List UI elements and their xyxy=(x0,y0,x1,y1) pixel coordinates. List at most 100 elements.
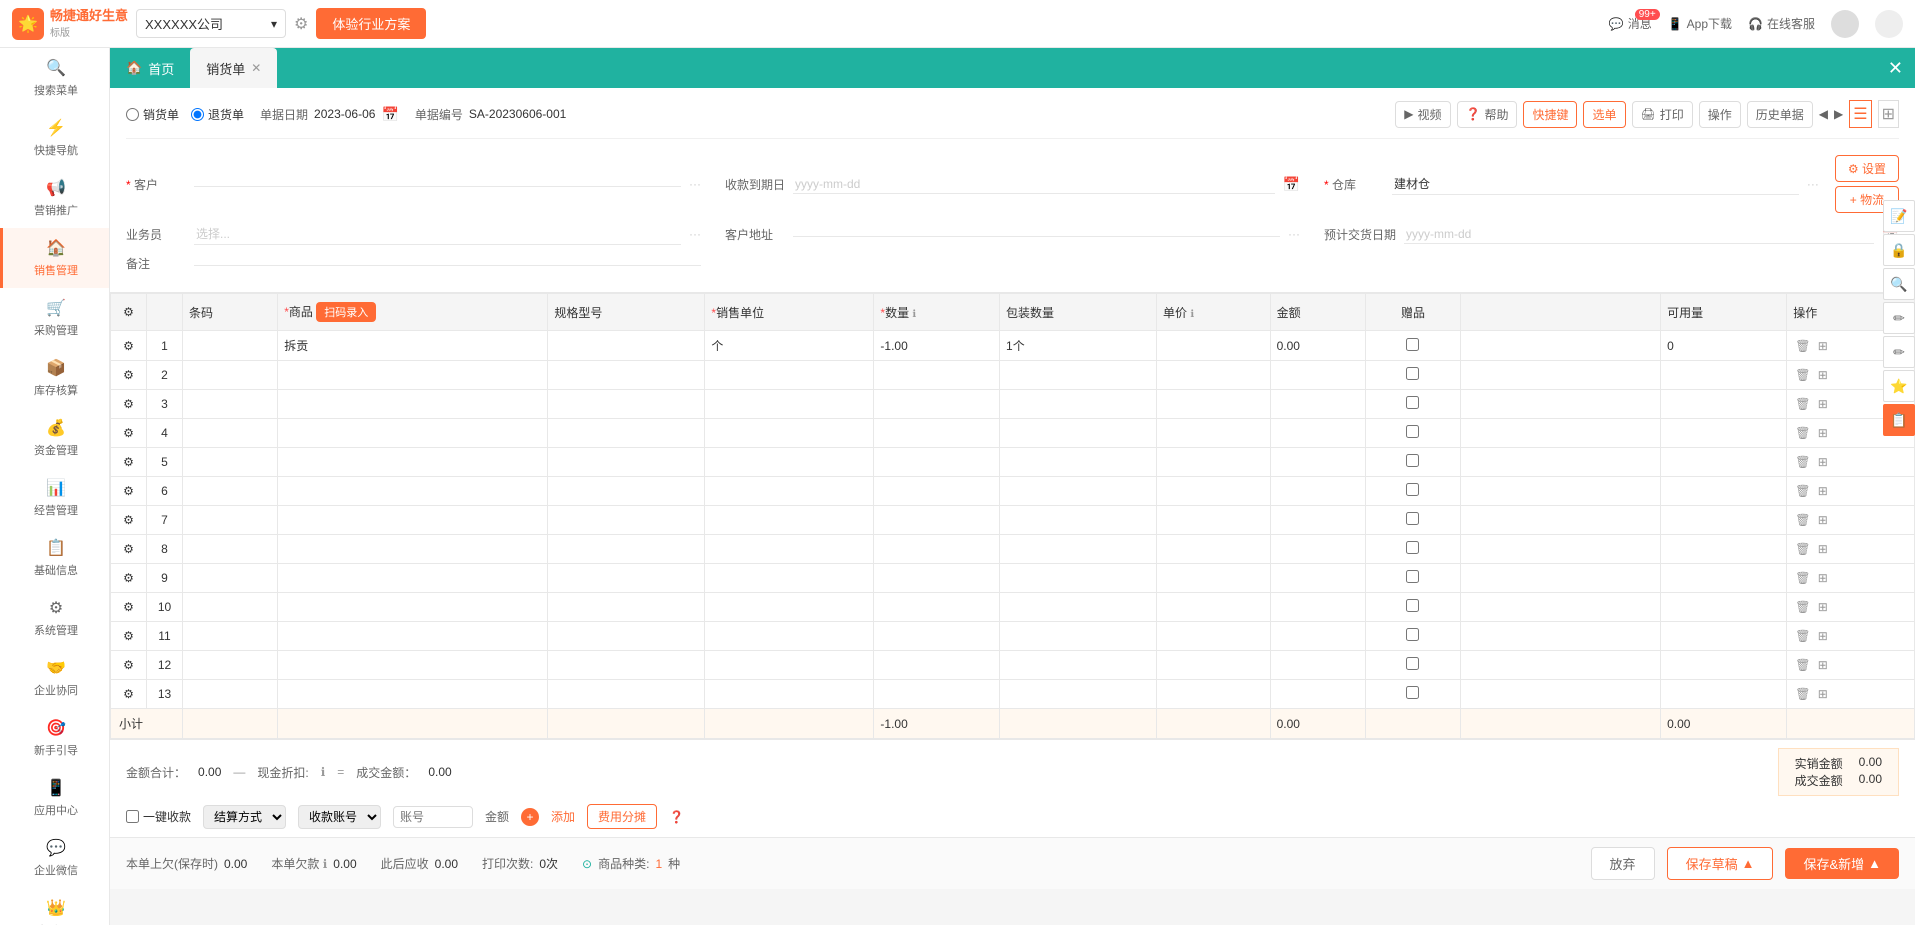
delete-icon[interactable]: 🗑 xyxy=(1795,368,1810,382)
select-btn[interactable]: 选单 xyxy=(1583,101,1625,128)
copy-icon[interactable]: ⊞ xyxy=(1818,658,1828,672)
copy-icon[interactable]: ⊞ xyxy=(1818,368,1828,382)
row-barcode[interactable] xyxy=(183,506,278,535)
row-price[interactable] xyxy=(1157,390,1271,419)
history-btn[interactable]: 历史单据 xyxy=(1747,101,1813,128)
row-qty[interactable]: -1.00 xyxy=(874,331,1000,361)
delete-icon[interactable]: 🗑 xyxy=(1795,426,1810,440)
row-product[interactable] xyxy=(278,361,548,390)
row-spec[interactable] xyxy=(548,680,705,709)
row-barcode[interactable] xyxy=(183,477,278,506)
row-barcode[interactable] xyxy=(183,535,278,564)
row-qty[interactable] xyxy=(874,651,1000,680)
row-price[interactable] xyxy=(1157,535,1271,564)
row-product[interactable] xyxy=(278,622,548,651)
row-barcode[interactable] xyxy=(183,564,278,593)
float-btn-orange[interactable]: 📋 xyxy=(1883,404,1915,436)
copy-icon[interactable]: ⊞ xyxy=(1818,629,1828,643)
return-order-radio[interactable]: 退货单 xyxy=(191,106,244,123)
delete-icon[interactable]: 🗑 xyxy=(1795,687,1810,701)
delete-icon[interactable]: 🗑 xyxy=(1795,658,1810,672)
row-product[interactable] xyxy=(278,535,548,564)
row-product[interactable] xyxy=(278,593,548,622)
copy-icon[interactable]: ⊞ xyxy=(1818,484,1828,498)
row-settings-icon[interactable]: ⚙ xyxy=(111,622,147,651)
row-spec[interactable] xyxy=(548,622,705,651)
row-pkgqty[interactable] xyxy=(1000,448,1157,477)
row-gift[interactable] xyxy=(1365,622,1460,651)
customer-dots[interactable]: ··· xyxy=(689,177,701,191)
row-price[interactable] xyxy=(1157,593,1271,622)
row-unit[interactable] xyxy=(705,535,874,564)
sidebar-item-quick-nav[interactable]: ⚡ 快捷导航 xyxy=(0,108,109,168)
float-btn-5[interactable]: ✏ xyxy=(1883,336,1915,368)
row-spec[interactable] xyxy=(548,564,705,593)
row-pkgqty[interactable] xyxy=(1000,622,1157,651)
tab-close-icon[interactable]: ✕ xyxy=(251,61,261,75)
video-btn[interactable]: ▶ 视频 xyxy=(1395,101,1450,128)
settings-icon[interactable]: ⚙ xyxy=(294,14,308,34)
delete-icon[interactable]: 🗑 xyxy=(1795,455,1810,469)
row-barcode[interactable] xyxy=(183,680,278,709)
scan-button[interactable]: 扫码录入 xyxy=(316,302,376,322)
row-settings-icon[interactable]: ⚙ xyxy=(111,419,147,448)
one-click-pay-checkbox[interactable]: 一键收款 xyxy=(126,808,191,825)
row-pkgqty[interactable] xyxy=(1000,593,1157,622)
sidebar-item-app-center[interactable]: 📱 应用中心 xyxy=(0,768,109,828)
row-amount[interactable]: 0.00 xyxy=(1270,331,1365,361)
row-gift[interactable] xyxy=(1365,593,1460,622)
expense-split-button[interactable]: 费用分摊 xyxy=(587,804,657,829)
row-product[interactable] xyxy=(278,651,548,680)
sidebar-item-wechat[interactable]: 💬 企业微信 xyxy=(0,828,109,888)
delete-icon[interactable]: 🗑 xyxy=(1795,600,1810,614)
row-spec[interactable] xyxy=(548,419,705,448)
row-spec[interactable] xyxy=(548,477,705,506)
row-settings-icon[interactable]: ⚙ xyxy=(111,564,147,593)
row-amount[interactable] xyxy=(1270,419,1365,448)
row-amount[interactable] xyxy=(1270,593,1365,622)
copy-icon[interactable]: ⊞ xyxy=(1818,571,1828,585)
row-settings-icon[interactable]: ⚙ xyxy=(111,448,147,477)
row-product[interactable] xyxy=(278,680,548,709)
sidebar-item-guide[interactable]: 🎯 新手引导 xyxy=(0,708,109,768)
row-settings-icon[interactable]: ⚙ xyxy=(111,477,147,506)
row-pkgqty[interactable] xyxy=(1000,419,1157,448)
list-view-icon[interactable]: ☰ xyxy=(1849,100,1871,128)
message-item[interactable]: 💬 消息 99+ xyxy=(1609,15,1652,32)
next-icon[interactable]: ▶ xyxy=(1834,107,1843,121)
prev-icon[interactable]: ◀ xyxy=(1819,107,1828,121)
row-amount[interactable] xyxy=(1270,680,1365,709)
row-gift[interactable] xyxy=(1365,361,1460,390)
row-pkgqty[interactable] xyxy=(1000,680,1157,709)
row-price[interactable] xyxy=(1157,564,1271,593)
sidebar-item-search[interactable]: 🔍 搜索菜单 xyxy=(0,48,109,108)
sales-order-radio[interactable]: 销货单 xyxy=(126,106,179,123)
row-product[interactable] xyxy=(278,419,548,448)
row-product[interactable] xyxy=(278,564,548,593)
company-selector[interactable]: XXXXXX公司 ▾ xyxy=(136,9,286,38)
salesperson-dots[interactable]: ··· xyxy=(689,227,701,241)
online-service-item[interactable]: 🎧 在线客服 xyxy=(1748,15,1815,32)
row-price[interactable] xyxy=(1157,622,1271,651)
row-pkgqty[interactable] xyxy=(1000,506,1157,535)
row-unit[interactable] xyxy=(705,564,874,593)
row-spec[interactable] xyxy=(548,361,705,390)
row-settings-icon[interactable]: ⚙ xyxy=(111,593,147,622)
row-spec[interactable] xyxy=(548,331,705,361)
row-product[interactable] xyxy=(278,506,548,535)
sidebar-item-system[interactable]: ⚙ 系统管理 xyxy=(0,588,109,648)
row-product[interactable]: 拆贡 xyxy=(278,331,548,361)
row-product[interactable] xyxy=(278,477,548,506)
row-spec[interactable] xyxy=(548,506,705,535)
row-price[interactable] xyxy=(1157,680,1271,709)
row-unit[interactable] xyxy=(705,477,874,506)
row-pkgqty[interactable] xyxy=(1000,651,1157,680)
row-barcode[interactable] xyxy=(183,419,278,448)
row-qty[interactable] xyxy=(874,535,1000,564)
row-pkgqty[interactable] xyxy=(1000,535,1157,564)
delete-icon[interactable]: 🗑 xyxy=(1795,484,1810,498)
row-unit[interactable] xyxy=(705,622,874,651)
row-amount[interactable] xyxy=(1270,477,1365,506)
row-amount[interactable] xyxy=(1270,361,1365,390)
copy-icon[interactable]: ⊞ xyxy=(1818,426,1828,440)
